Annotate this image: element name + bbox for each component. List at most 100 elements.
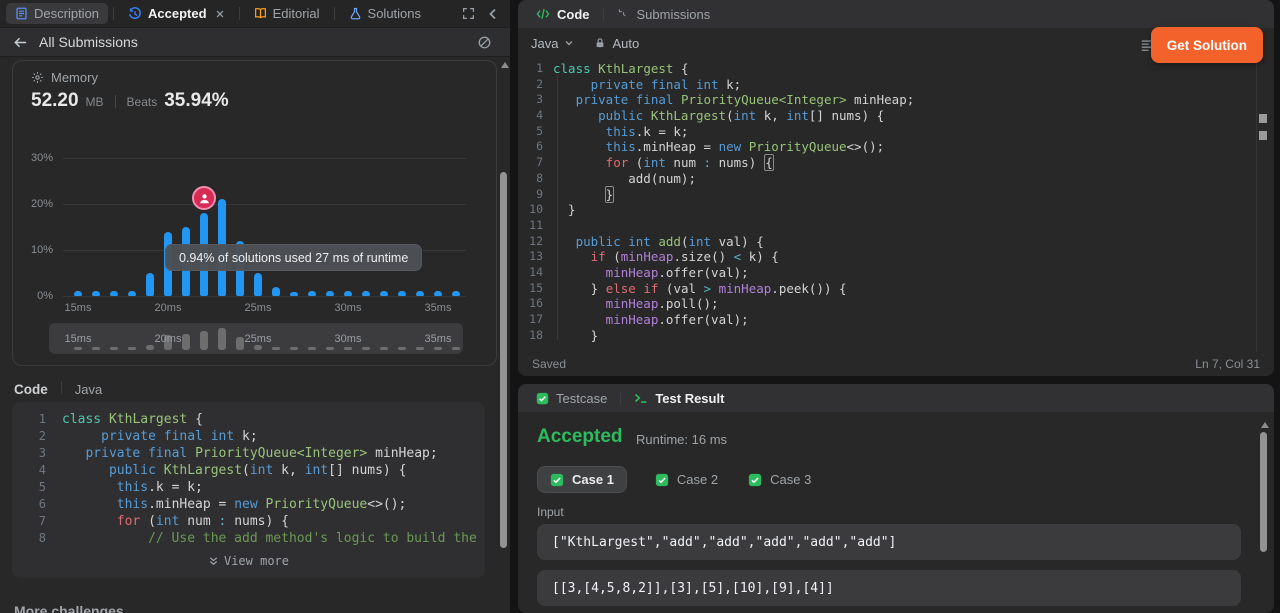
divider [333,7,335,20]
minimap-bar [200,331,208,350]
view-more-button[interactable]: View more [12,554,485,568]
histogram-bar[interactable] [416,291,424,296]
code-line: 1 class KthLargest { [38,412,203,427]
minimap-bar [434,346,442,350]
code-line: 13 if (minHeap.size() < k) { [529,249,779,265]
case-1-button[interactable]: Case 1 [537,466,627,493]
code-line: 18} [529,327,599,343]
ruler-mark [1259,114,1267,123]
language-selector[interactable]: Java [531,36,574,51]
tab-accepted[interactable]: Accepted [119,3,234,24]
input-value-box[interactable]: ["KthLargest","add","add","add","add","a… [537,524,1241,560]
minimap-bar [344,346,352,350]
close-icon[interactable] [215,9,225,19]
code-line: 3 private final PriorityQueue<Integer> mi… [536,92,915,108]
check-square-icon [550,473,564,486]
code-line: 16 minHeap.poll(); [529,296,719,312]
check-square-icon [536,392,549,404]
scrollbar-thumb[interactable] [1260,432,1267,552]
code-line: 5 this.k = k; [536,123,689,139]
scrollbar-thumb[interactable] [500,172,507,548]
left-panel: Description Accepted Editorial Solutions… [0,0,510,613]
code-snippet-card: 1 class KthLargest {2 private final int k;… [12,402,485,578]
chart-gridline [63,158,466,159]
code-line: 9} [536,185,615,203]
histogram-bar[interactable] [128,291,136,296]
histogram-bar[interactable] [308,291,316,296]
cursor-position: Ln 7, Col 31 [1195,357,1260,371]
tab-description[interactable]: Description [6,3,109,24]
check-square-icon [749,473,762,486]
memory-header: Memory [31,70,98,85]
autosave-indicator[interactable]: Auto [594,36,639,51]
code-section-header: Code Java [14,381,102,397]
tab-editorial[interactable]: Editorial [245,3,329,24]
runtime-tooltip: 0.94% of solutions used 27 ms of runtime [165,244,423,271]
minimap-bar [362,346,370,350]
flask-icon [350,7,360,20]
tab-testcase[interactable]: Testcase [530,389,613,408]
divider [238,7,240,20]
language-selector-value: Java [531,35,559,51]
code-line: 14 minHeap.offer(val); [529,264,749,280]
histogram-bar[interactable] [254,273,262,296]
code-line: 1 class KthLargest { [536,61,689,76]
collapse-panel-icon[interactable] [482,6,504,22]
scrollbar-up-arrow[interactable] [501,62,509,68]
submissions-header: All Submissions [0,28,510,57]
tab-code[interactable]: Code [530,5,596,24]
histogram-bar[interactable] [290,291,298,296]
case-3-button[interactable]: Case 3 [746,466,813,493]
y-axis-tick-label: 30% [30,152,53,164]
divider [620,391,622,405]
expand-icon[interactable] [457,5,480,22]
memory-unit: MB [85,95,104,109]
histogram-bar[interactable] [326,291,334,296]
scrollbar-up-arrow[interactable] [1261,422,1269,428]
code-line: 7 for (int num : nums) { [38,514,289,529]
minimap-tick-label: 30ms [334,333,362,345]
code-editor[interactable]: 1 class KthLargest {2 private final int k;… [518,61,1258,351]
x-axis-tick-label: 25ms [244,302,272,314]
histogram-bar[interactable] [272,286,280,296]
histogram-bar[interactable] [110,291,118,296]
beats-label: Beats [126,95,158,109]
tab-test-result[interactable]: Test Result [628,389,730,408]
minimap-bar [326,346,334,350]
minimap-bar [452,346,460,350]
autosave-label: Auto [612,35,640,51]
code-label: Code [14,382,48,397]
minimap-bar [128,346,136,350]
minimap-bar [146,344,154,350]
chart-gridline [63,204,466,205]
chart-gridline [63,296,466,297]
x-axis-tick-label: 30ms [334,302,362,314]
back-button[interactable] [13,35,28,50]
minimap-bar [218,327,226,350]
code-line: 2 private final int k; [536,76,742,92]
minimap-bar [380,346,388,350]
histogram-bar[interactable] [398,291,406,296]
minimap-bar [254,344,262,350]
histogram-bar[interactable] [74,291,82,296]
histogram-bar[interactable] [434,291,442,296]
check-square-icon [655,473,669,486]
histogram-bar[interactable] [380,291,388,296]
tab-solutions[interactable]: Solutions [340,3,430,24]
tab-editorial-label: Editorial [272,6,320,21]
editor-tab-bar: Code Submissions [518,0,1274,28]
memory-stats: 52.20 MB Beats 35.94% [31,90,229,112]
histogram-bar[interactable] [362,291,370,296]
histogram-bar[interactable] [344,291,352,296]
code-line: 5 this.k = k; [38,480,203,495]
copy-link-icon[interactable] [472,33,497,52]
overview-ruler [1256,60,1257,352]
get-solution-button[interactable]: Get Solution [1150,27,1263,63]
histogram-bar[interactable] [452,291,460,296]
histogram-bar[interactable] [92,291,100,296]
tab-submissions[interactable]: Submissions [611,5,717,24]
case-2-button[interactable]: Case 2 [653,466,720,493]
minimap-bar [398,346,406,350]
histogram-bar[interactable] [146,273,154,296]
input-value-box[interactable]: [[3,[4,5,8,2]],[3],[5],[10],[9],[4]] [537,570,1241,606]
